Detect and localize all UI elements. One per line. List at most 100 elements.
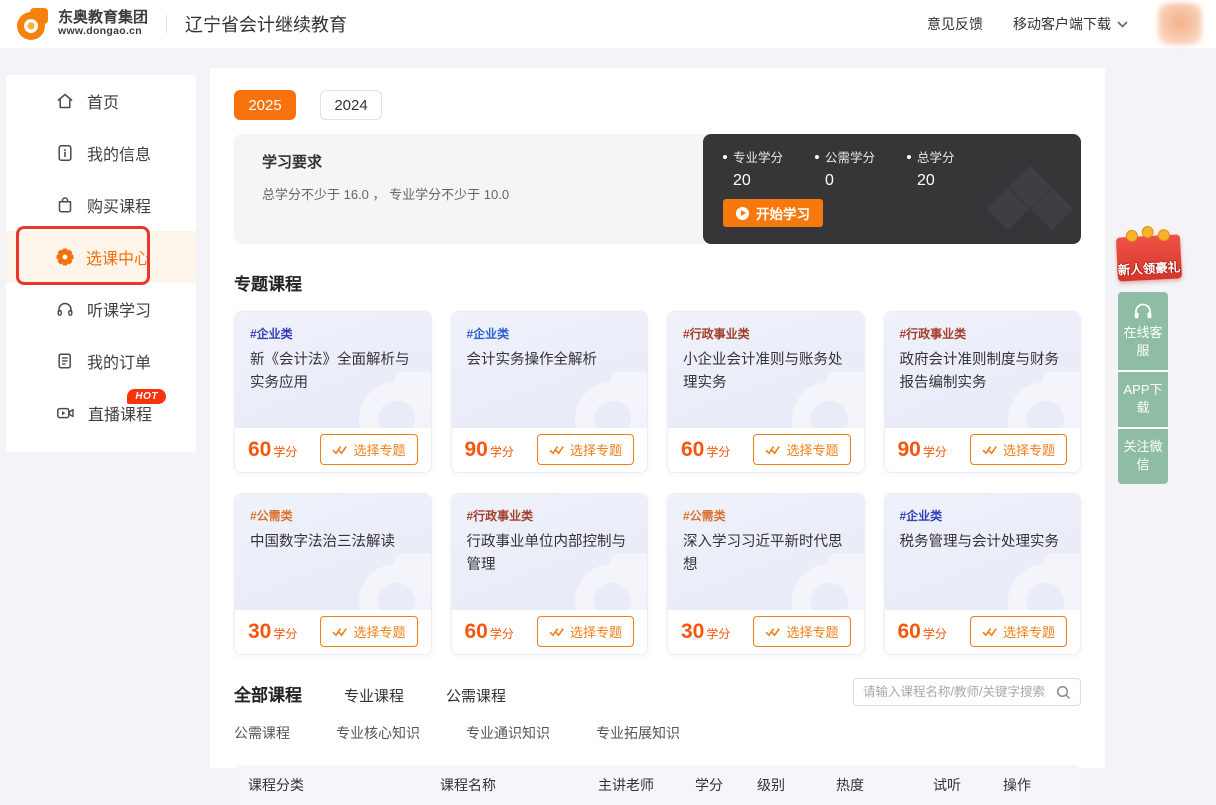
topic-card[interactable]: #公需类 深入学习习近平新时代思想 30 学分 选择专题 <box>667 493 865 655</box>
double-check-icon <box>982 627 997 637</box>
cubes-decoration <box>953 164 1073 244</box>
topic-card[interactable]: #行政事业类 政府会计准则制度与财务报告编制实务 90 学分 选择专题 <box>884 311 1082 473</box>
topic-title: 税务管理与会计处理实务 <box>900 531 1066 554</box>
info-doc-icon <box>56 144 74 162</box>
avatar[interactable] <box>1158 3 1202 45</box>
sidebar-item-label: 我的信息 <box>87 141 151 165</box>
topic-card[interactable]: #企业类 新《会计法》全面解析与实务应用 60 学分 选择专题 <box>234 311 432 473</box>
gear-icon <box>56 249 73 266</box>
subtab-general-knowledge[interactable]: 专业通识知识 <box>466 723 550 743</box>
year-tab-2025[interactable]: 2025 <box>234 90 296 120</box>
wechat-follow-button[interactable]: 关注微信 <box>1118 429 1168 484</box>
select-topic-button[interactable]: 选择专题 <box>537 434 634 465</box>
subtab-public-courses[interactable]: 公需课程 <box>234 723 290 743</box>
dongao-watermark-icon <box>351 548 431 610</box>
subtab-core-knowledge[interactable]: 专业核心知识 <box>336 723 420 743</box>
double-check-icon <box>549 627 564 637</box>
stat-label: 总学分 <box>917 147 955 166</box>
start-learning-button[interactable]: 开始学习 <box>723 199 823 227</box>
start-learning-label: 开始学习 <box>756 203 810 223</box>
play-icon <box>736 207 749 220</box>
search-input[interactable] <box>863 685 1056 699</box>
headset-icon <box>1133 303 1153 320</box>
sidebar-item-course-center[interactable]: 选课中心 <box>6 231 196 283</box>
select-topic-label: 选择专题 <box>786 622 838 641</box>
sidebar-item-label: 选课中心 <box>86 245 150 269</box>
service-label: 在线客服 <box>1123 325 1162 358</box>
topic-title: 行政事业单位内部控制与管理 <box>467 531 633 577</box>
topic-card[interactable]: #企业类 税务管理与会计处理实务 60 学分 选择专题 <box>884 493 1082 655</box>
stat-label: 专业学分 <box>733 147 783 166</box>
col-lecturer: 主讲老师 <box>598 775 695 795</box>
topic-credits: 60 学分 <box>898 620 947 644</box>
select-topic-button[interactable]: 选择专题 <box>320 616 417 647</box>
double-check-icon <box>549 445 564 455</box>
topic-tag: #企业类 <box>900 507 1066 524</box>
select-topic-label: 选择专题 <box>570 622 622 641</box>
topic-card[interactable]: #公需类 中国数字法治三法解读 30 学分 选择专题 <box>234 493 432 655</box>
topic-tag: #公需类 <box>250 507 416 524</box>
online-service-button[interactable]: 在线客服 <box>1118 292 1168 372</box>
topic-title: 中国数字法治三法解读 <box>250 531 416 554</box>
tab-public-courses[interactable]: 公需课程 <box>446 685 506 706</box>
sidebar: 首页 我的信息 购买课程 选课中心 听课学习 <box>6 75 196 452</box>
col-action: 操作 <box>1003 775 1031 795</box>
col-popularity: 热度 <box>836 775 933 795</box>
coin-icon <box>1158 229 1171 242</box>
select-topic-label: 选择专题 <box>353 440 405 459</box>
service-sidebar: 在线客服 APP下载 关注微信 <box>1118 292 1168 484</box>
search-icon[interactable] <box>1056 685 1071 700</box>
select-topic-button[interactable]: 选择专题 <box>970 434 1067 465</box>
app-download-menu[interactable]: 移动客户端下载 <box>1013 14 1128 34</box>
topic-tag: #行政事业类 <box>683 325 849 342</box>
stat-professional-credits: 专业学分 20 <box>723 147 783 190</box>
dongao-watermark-icon <box>567 366 647 428</box>
select-topic-button[interactable]: 选择专题 <box>970 616 1067 647</box>
col-course-name: 课程名称 <box>440 775 598 795</box>
new-user-gift-banner[interactable]: 新人领豪礼 <box>1108 228 1190 294</box>
header: 东奥教育集团 www.dongao.cn 辽宁省会计继续教育 意见反馈 移动客户… <box>0 0 1216 48</box>
all-courses-section: 全部课程 专业课程 公需课程 公需课程 专业核心知识 专业通识知识 专业拓展知识… <box>234 681 1081 805</box>
topic-tag: #企业类 <box>250 325 416 342</box>
col-credits: 学分 <box>695 775 757 795</box>
sidebar-item-home[interactable]: 首页 <box>6 75 196 127</box>
topic-title: 小企业会计准则与账务处理实务 <box>683 349 849 395</box>
sidebar-item-buy-courses[interactable]: 购买课程 <box>6 179 196 231</box>
topic-credits: 60 学分 <box>681 438 730 462</box>
sidebar-item-label: 我的订单 <box>87 349 151 373</box>
select-topic-button[interactable]: 选择专题 <box>537 616 634 647</box>
sidebar-item-listen-learn[interactable]: 听课学习 <box>6 283 196 335</box>
double-check-icon <box>765 627 780 637</box>
feedback-link[interactable]: 意见反馈 <box>927 14 983 34</box>
main-content: 2025 2024 学习要求 总学分不少于 16.0 ， 专业学分不少于 10.… <box>210 68 1105 768</box>
year-tab-2024[interactable]: 2024 <box>320 90 382 120</box>
topic-title: 会计实务操作全解析 <box>467 349 633 372</box>
sidebar-item-label: 直播课程 <box>88 401 152 425</box>
topic-card[interactable]: #行政事业类 行政事业单位内部控制与管理 60 学分 选择专题 <box>451 493 649 655</box>
gift-text: 新人领豪礼 <box>1117 256 1180 278</box>
sidebar-item-my-orders[interactable]: 我的订单 <box>6 335 196 387</box>
tab-professional-courses[interactable]: 专业课程 <box>344 685 404 706</box>
all-courses-title: 全部课程 <box>234 681 302 706</box>
topic-card[interactable]: #企业类 会计实务操作全解析 90 学分 选择专题 <box>451 311 649 473</box>
home-icon <box>56 92 74 110</box>
select-topic-button[interactable]: 选择专题 <box>753 434 850 465</box>
subtab-extended-knowledge[interactable]: 专业拓展知识 <box>596 723 680 743</box>
stat-value: 20 <box>907 172 955 190</box>
sidebar-item-my-info[interactable]: 我的信息 <box>6 127 196 179</box>
select-topic-button[interactable]: 选择专题 <box>320 434 417 465</box>
shopping-bag-icon <box>56 196 74 214</box>
stat-label: 公需学分 <box>825 147 875 166</box>
topic-title: 政府会计准则制度与财务报告编制实务 <box>900 349 1066 395</box>
order-list-icon <box>56 352 74 370</box>
topic-card[interactable]: #行政事业类 小企业会计准则与账务处理实务 60 学分 选择专题 <box>667 311 865 473</box>
sidebar-item-label: 购买课程 <box>87 193 151 217</box>
stat-value: 0 <box>815 172 875 190</box>
bullet-dot <box>723 155 727 159</box>
select-topic-button[interactable]: 选择专题 <box>753 616 850 647</box>
app-download-button[interactable]: APP下载 <box>1118 372 1168 429</box>
dongao-logo[interactable]: 东奥教育集团 www.dongao.cn <box>14 6 148 42</box>
stat-public-credits: 公需学分 0 <box>815 147 875 190</box>
select-topic-label: 选择专题 <box>353 622 405 641</box>
sidebar-item-live-courses[interactable]: 直播课程 HOT <box>6 387 196 439</box>
